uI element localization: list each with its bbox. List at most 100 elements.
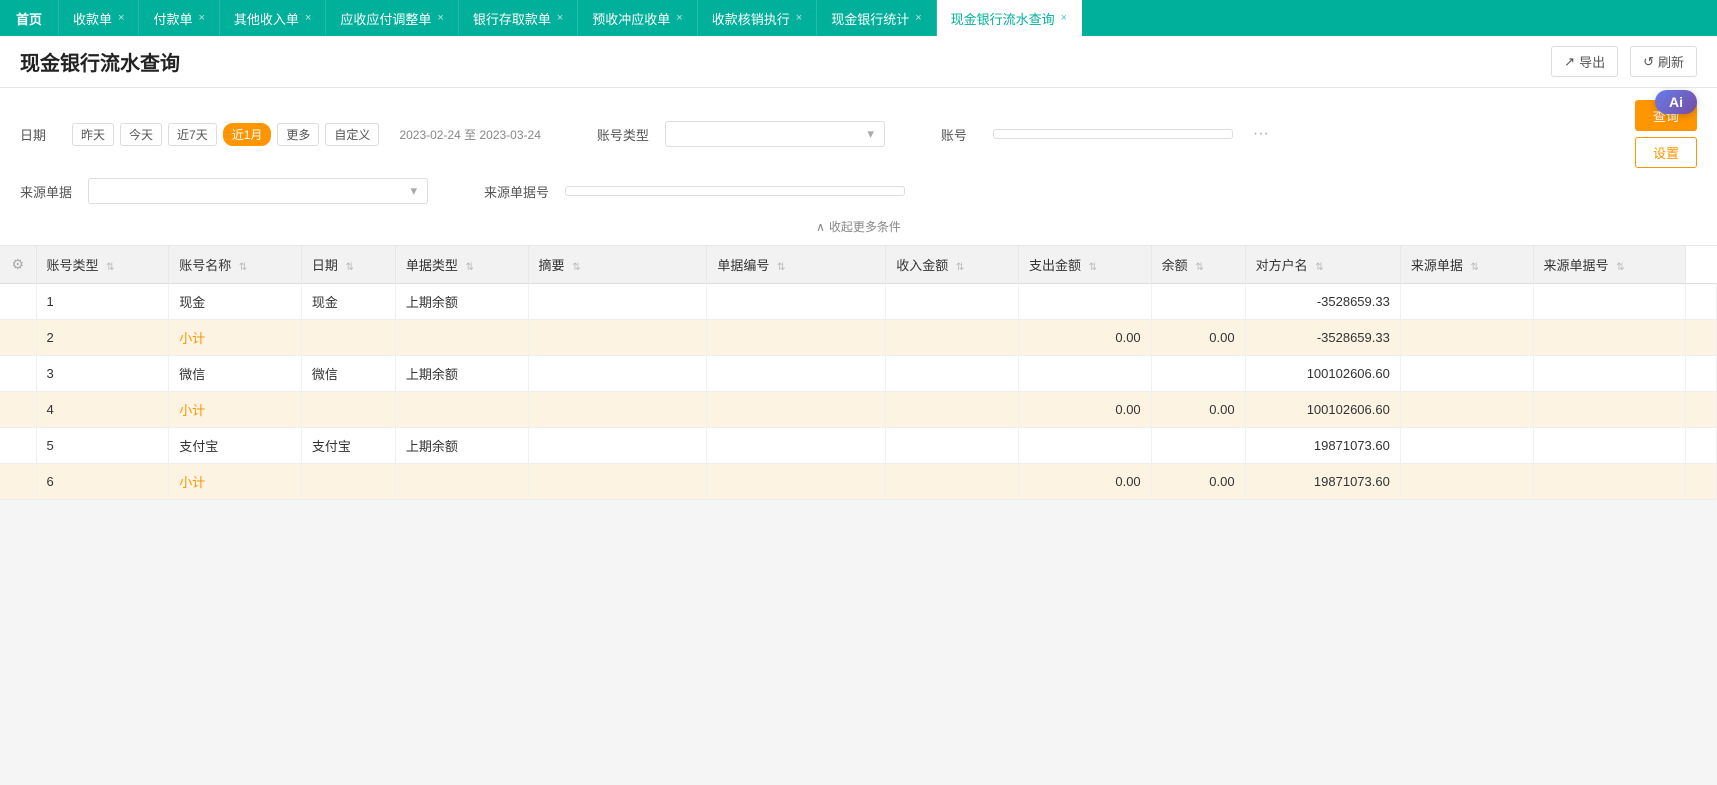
nav-home[interactable]: 首页 bbox=[0, 0, 59, 36]
date-range-display: 2023-02-24 至 2023-03-24 bbox=[399, 126, 540, 143]
col-account-name-label: 账号名称 bbox=[179, 258, 231, 273]
row-doc-no bbox=[886, 356, 1019, 392]
row-source-doc bbox=[1533, 320, 1685, 356]
row-counterparty bbox=[1400, 392, 1533, 428]
row-date bbox=[395, 464, 528, 500]
row-balance: 19871073.60 bbox=[1245, 464, 1400, 500]
account-type-select[interactable]: ▾ bbox=[665, 121, 885, 147]
source-doc-no-label: 来源单据号 bbox=[484, 182, 549, 201]
nav-tab-close-4[interactable]: × bbox=[557, 12, 563, 24]
nav-tab-close-5[interactable]: × bbox=[676, 12, 682, 24]
nav-tab-1[interactable]: 付款单 × bbox=[139, 0, 219, 36]
row-account-name bbox=[301, 320, 395, 356]
col-expense-sort-icon[interactable]: ⇅ bbox=[1089, 262, 1097, 273]
nav-tab-close-3[interactable]: × bbox=[437, 12, 443, 24]
row-income bbox=[1018, 284, 1151, 320]
row-doc-no bbox=[886, 392, 1019, 428]
col-date-label: 日期 bbox=[312, 258, 338, 273]
row-date: 上期余额 bbox=[395, 428, 528, 464]
account-input[interactable] bbox=[993, 129, 1233, 139]
col-account-name-sort-icon[interactable]: ⇅ bbox=[239, 262, 247, 273]
row-expense: 0.00 bbox=[1151, 392, 1245, 428]
nav-tab-close-0[interactable]: × bbox=[118, 12, 124, 24]
row-account-name bbox=[301, 392, 395, 428]
row-account-type: 小计 bbox=[169, 320, 302, 356]
row-account-name: 支付宝 bbox=[301, 428, 395, 464]
nav-tab-close-2[interactable]: × bbox=[305, 12, 311, 24]
col-balance-sort-icon[interactable]: ⇅ bbox=[1195, 262, 1203, 273]
page-header: 现金银行流水查询 ↗ 导出 ↺ 刷新 bbox=[0, 36, 1717, 88]
row-doc-no bbox=[886, 284, 1019, 320]
nav-tab-label-4: 银行存取款单 bbox=[473, 9, 551, 28]
row-summary bbox=[707, 356, 886, 392]
ai-assistant-badge[interactable]: Ai bbox=[1655, 90, 1697, 114]
row-counterparty bbox=[1400, 464, 1533, 500]
col-summary-sort-icon[interactable]: ⇅ bbox=[572, 262, 580, 273]
row-counterparty bbox=[1400, 428, 1533, 464]
row-num: 2 bbox=[36, 320, 169, 356]
col-counterparty-sort-icon[interactable]: ⇅ bbox=[1315, 262, 1323, 273]
nav-tab-6[interactable]: 收款核销执行 × bbox=[698, 0, 817, 36]
row-source-doc-no bbox=[1685, 464, 1716, 500]
data-table: ⚙ 账号类型 ⇅ 账号名称 ⇅ 日期 ⇅ 单据类型 ⇅ bbox=[0, 246, 1717, 500]
settings-button[interactable]: 设置 bbox=[1635, 137, 1697, 168]
nav-tab-5[interactable]: 预收冲应收单 × bbox=[578, 0, 697, 36]
row-source-doc-no bbox=[1685, 428, 1716, 464]
row-settings-cell bbox=[0, 392, 36, 428]
nav-tab-3[interactable]: 应收应付调整单 × bbox=[326, 0, 458, 36]
top-nav: 首页 收款单 × 付款单 × 其他收入单 × 应收应付调整单 × 银行存取款单 … bbox=[0, 0, 1717, 36]
col-income-sort-icon[interactable]: ⇅ bbox=[956, 262, 964, 273]
nav-tab-0[interactable]: 收款单 × bbox=[59, 0, 139, 36]
row-account-name bbox=[301, 464, 395, 500]
col-source-doc-sort-icon[interactable]: ⇅ bbox=[1470, 262, 1478, 273]
col-doc-no-sort-icon[interactable]: ⇅ bbox=[777, 262, 785, 273]
export-button[interactable]: ↗ 导出 bbox=[1551, 46, 1618, 77]
account-more-icon[interactable]: ··· bbox=[1253, 125, 1269, 143]
nav-tab-4[interactable]: 银行存取款单 × bbox=[459, 0, 578, 36]
col-source-doc-no-sort-icon[interactable]: ⇅ bbox=[1616, 262, 1624, 273]
col-account-type-sort-icon[interactable]: ⇅ bbox=[106, 262, 114, 273]
row-doc-type bbox=[528, 428, 707, 464]
collapse-label: 收起更多条件 bbox=[829, 218, 901, 235]
table-row: 2小计0.000.00-3528659.33 bbox=[0, 320, 1717, 356]
nav-tab-label-2: 其他收入单 bbox=[234, 9, 299, 28]
col-doc-type-sort-icon[interactable]: ⇅ bbox=[465, 262, 473, 273]
date-btn-today[interactable]: 今天 bbox=[120, 123, 162, 146]
row-source-doc bbox=[1533, 284, 1685, 320]
date-btn-7days[interactable]: 近7天 bbox=[168, 123, 217, 146]
column-settings-icon[interactable]: ⚙ bbox=[11, 256, 24, 272]
row-balance: -3528659.33 bbox=[1245, 284, 1400, 320]
row-doc-type bbox=[528, 284, 707, 320]
row-income bbox=[1018, 356, 1151, 392]
nav-tab-2[interactable]: 其他收入单 × bbox=[220, 0, 326, 36]
table-header-row: ⚙ 账号类型 ⇅ 账号名称 ⇅ 日期 ⇅ 单据类型 ⇅ bbox=[0, 246, 1717, 284]
nav-tab-close-6[interactable]: × bbox=[796, 12, 802, 24]
export-label: 导出 bbox=[1579, 52, 1605, 71]
table-row: 3微信微信上期余额100102606.60 bbox=[0, 356, 1717, 392]
nav-tab-label-3: 应收应付调整单 bbox=[340, 9, 431, 28]
collapse-bar[interactable]: ∧ 收起更多条件 bbox=[20, 214, 1697, 237]
col-source-doc-label: 来源单据 bbox=[1411, 258, 1463, 273]
date-btn-yesterday[interactable]: 昨天 bbox=[72, 123, 114, 146]
refresh-button[interactable]: ↺ 刷新 bbox=[1630, 46, 1697, 77]
source-doc-select[interactable]: ▾ bbox=[88, 178, 428, 204]
date-filter-label: 日期 bbox=[20, 125, 56, 144]
nav-tab-close-8[interactable]: × bbox=[1061, 12, 1067, 24]
filter-row-1: 日期 昨天 今天 近7天 近1月 更多 自定义 2023-02-24 至 202… bbox=[20, 100, 1697, 168]
date-btn-custom[interactable]: 自定义 bbox=[325, 123, 379, 146]
row-balance: 100102606.60 bbox=[1245, 356, 1400, 392]
nav-tab-close-7[interactable]: × bbox=[915, 12, 921, 24]
account-type-arrow-icon: ▾ bbox=[867, 126, 874, 142]
row-account-name: 现金 bbox=[301, 284, 395, 320]
date-btn-more[interactable]: 更多 bbox=[277, 123, 319, 146]
row-source-doc bbox=[1533, 464, 1685, 500]
row-num: 4 bbox=[36, 392, 169, 428]
source-doc-no-input[interactable] bbox=[565, 186, 905, 196]
nav-tab-close-1[interactable]: × bbox=[198, 12, 204, 24]
nav-tab-7[interactable]: 现金银行统计 × bbox=[817, 0, 936, 36]
col-date-sort-icon[interactable]: ⇅ bbox=[346, 262, 354, 273]
nav-tab-8[interactable]: 现金银行流水查询 × bbox=[937, 0, 1082, 36]
nav-tab-label-7: 现金银行统计 bbox=[831, 9, 909, 28]
row-num: 3 bbox=[36, 356, 169, 392]
date-btn-1month[interactable]: 近1月 bbox=[223, 123, 272, 146]
